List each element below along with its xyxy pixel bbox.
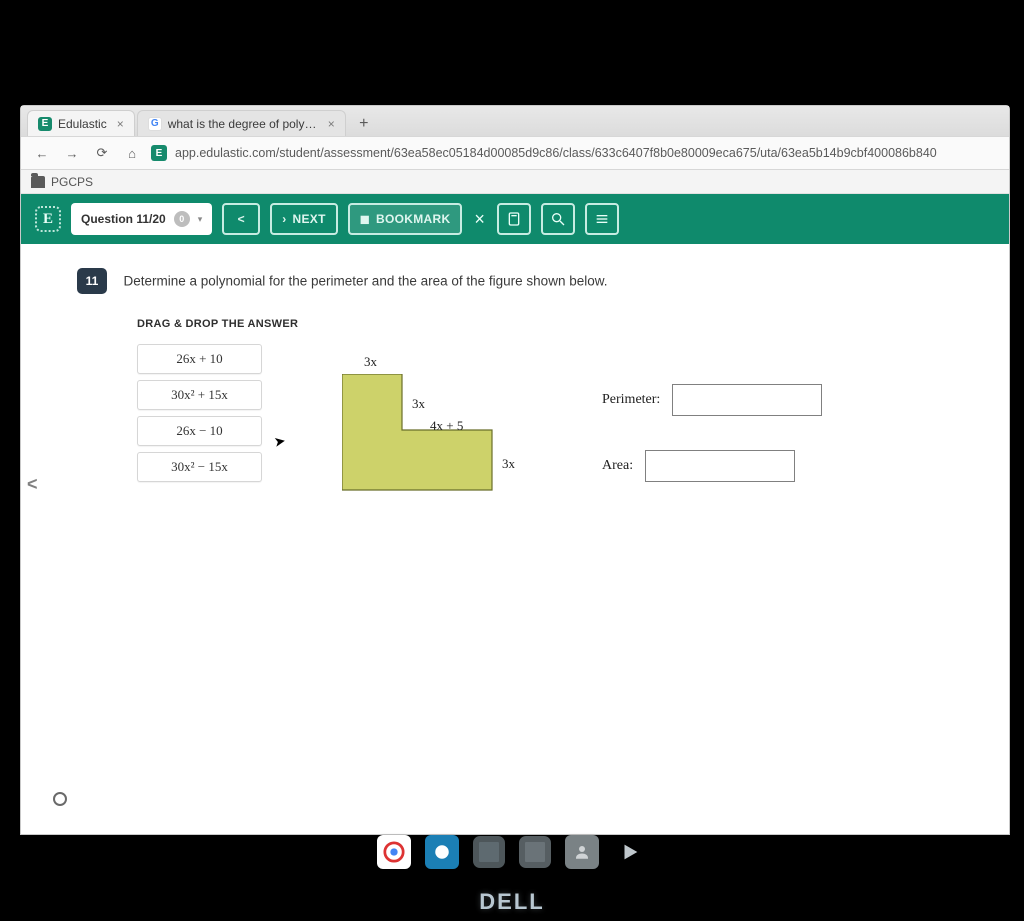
- site-icon: E: [151, 145, 167, 161]
- bookmarks-bar: PGCPS: [21, 170, 1009, 194]
- next-question-button[interactable]: › NEXT: [270, 203, 338, 235]
- question-prompt: Determine a polynomial for the perimeter…: [123, 274, 607, 289]
- folder-icon: [31, 176, 45, 188]
- home-button[interactable]: ⌂: [121, 142, 143, 164]
- google-favicon-icon: G: [148, 117, 162, 131]
- cursor-icon: ➤: [273, 433, 288, 452]
- area-dropzone[interactable]: [645, 450, 795, 482]
- calculator-button[interactable]: [497, 203, 531, 235]
- question-selector[interactable]: Question 11/20 0 ▾: [71, 203, 212, 235]
- screen: E Edulastic × G what is the degree of po…: [0, 0, 1024, 921]
- app-header: E Question 11/20 0 ▾ < › NEXT ◼ BOOKMARK…: [21, 194, 1009, 244]
- taskbar-play-icon[interactable]: [613, 835, 647, 869]
- label-top: 3x: [364, 354, 377, 370]
- answer-choices: 26x + 10 30x² + 15x 26x − 10 30x² − 15x: [137, 344, 262, 482]
- edulastic-favicon-icon: E: [38, 117, 52, 131]
- address-bar-row: ← → ⟳ ⌂ E app.edulastic.com/student/asse…: [21, 136, 1009, 170]
- question-content: 11 Determine a polynomial for the perime…: [21, 244, 1009, 834]
- answer-dropzones: Perimeter: Area:: [602, 384, 822, 482]
- tab-google-search[interactable]: G what is the degree of polynomi ×: [137, 110, 346, 136]
- label-step-top: 4x + 5: [430, 418, 463, 434]
- chevron-right-icon: ›: [282, 212, 286, 226]
- label-right-lower: 3x: [502, 456, 515, 472]
- back-button[interactable]: ←: [31, 142, 53, 164]
- menu-button[interactable]: [585, 203, 619, 235]
- question-number-badge: 11: [77, 268, 107, 294]
- l-shape-polygon: [342, 374, 512, 514]
- tab-title: what is the degree of polynomi: [168, 117, 318, 131]
- forward-button[interactable]: →: [61, 142, 83, 164]
- browser-window: E Edulastic × G what is the degree of po…: [20, 105, 1010, 835]
- laptop-brand: DELL: [479, 889, 544, 915]
- taskbar-contacts-icon[interactable]: [565, 835, 599, 869]
- collapse-left-icon[interactable]: <: [27, 474, 38, 495]
- tab-title: Edulastic: [58, 117, 107, 131]
- figure: ➤ 3x 3x 4x + 5 3x: [302, 344, 562, 544]
- question-counter: Question 11/20: [81, 212, 166, 226]
- tab-strip: E Edulastic × G what is the degree of po…: [21, 106, 1009, 136]
- brand-logo[interactable]: E: [35, 206, 61, 232]
- close-tab-icon[interactable]: ×: [117, 117, 124, 131]
- bookmark-folder[interactable]: PGCPS: [51, 175, 93, 189]
- taskbar: [0, 829, 1024, 875]
- taskbar-app3-icon[interactable]: [519, 836, 551, 868]
- taskbar-chrome-icon[interactable]: [377, 835, 411, 869]
- new-tab-button[interactable]: +: [352, 112, 376, 136]
- close-tab-icon[interactable]: ×: [328, 117, 335, 131]
- label-right-upper: 3x: [412, 396, 425, 412]
- choice-option[interactable]: 26x − 10: [137, 416, 262, 446]
- reload-button[interactable]: ⟳: [91, 142, 113, 164]
- taskbar-app2-icon[interactable]: [473, 836, 505, 868]
- perimeter-label: Perimeter:: [602, 392, 660, 408]
- close-icon[interactable]: ×: [474, 209, 485, 230]
- work-area: 26x + 10 30x² + 15x 26x − 10 30x² − 15x …: [137, 344, 969, 544]
- magnifier-button[interactable]: [541, 203, 575, 235]
- perimeter-row: Perimeter:: [602, 384, 822, 416]
- perimeter-dropzone[interactable]: [672, 384, 822, 416]
- chevron-down-icon: ▾: [198, 214, 203, 225]
- next-label: NEXT: [293, 212, 326, 226]
- drag-drop-title: DRAG & DROP THE ANSWER: [137, 318, 969, 330]
- bookmark-label: BOOKMARK: [376, 212, 450, 226]
- choice-option[interactable]: 26x + 10: [137, 344, 262, 374]
- bookmark-button[interactable]: ◼ BOOKMARK: [348, 203, 463, 235]
- bookmark-icon: ◼: [360, 212, 370, 226]
- choice-option[interactable]: 30x² + 15x: [137, 380, 262, 410]
- url-text[interactable]: app.edulastic.com/student/assessment/63e…: [175, 146, 937, 160]
- progress-circle-icon: [53, 792, 67, 806]
- area-row: Area:: [602, 450, 822, 482]
- prev-question-button[interactable]: <: [222, 203, 260, 235]
- tab-edulastic[interactable]: E Edulastic ×: [27, 110, 135, 136]
- taskbar-app-icon[interactable]: [425, 835, 459, 869]
- choice-option[interactable]: 30x² − 15x: [137, 452, 262, 482]
- attempts-badge: 0: [174, 211, 190, 227]
- area-label: Area:: [602, 458, 633, 474]
